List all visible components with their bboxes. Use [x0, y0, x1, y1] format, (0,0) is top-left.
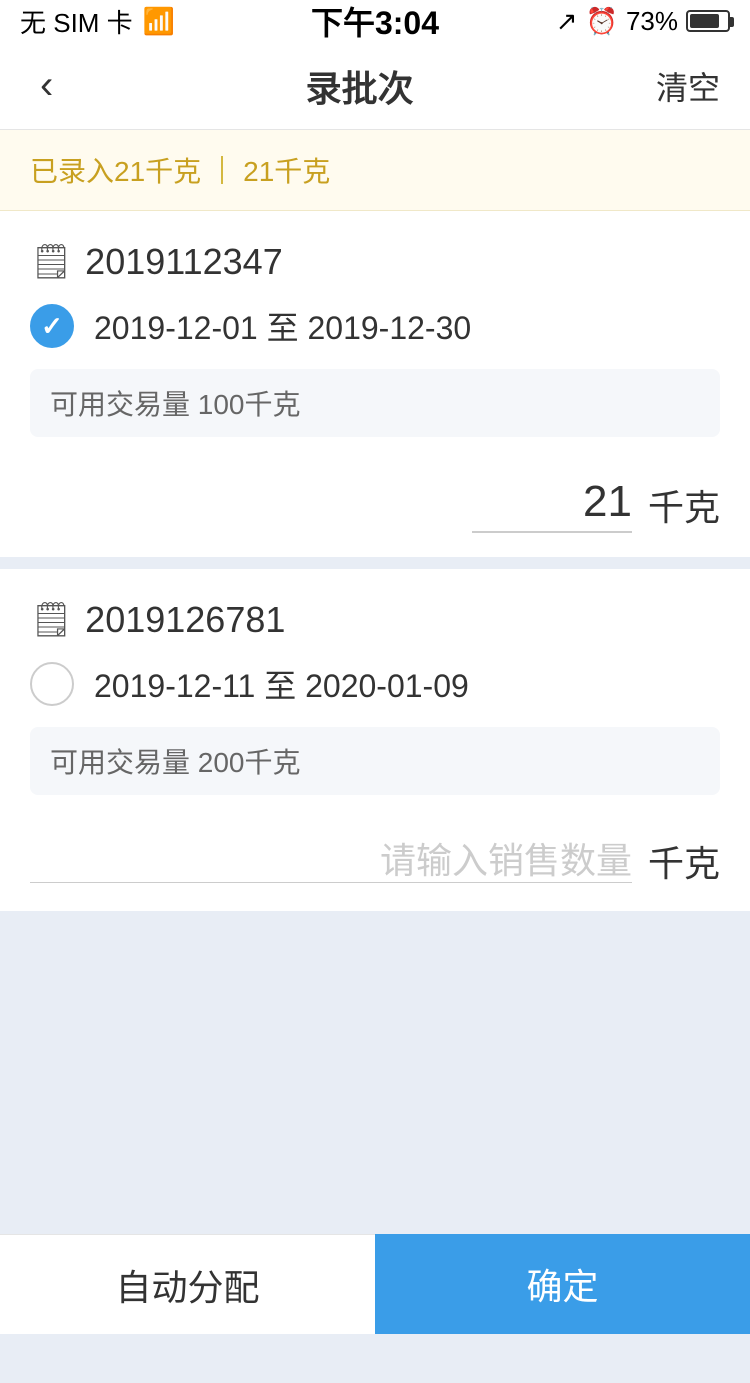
batch-2-radio[interactable] — [30, 662, 74, 706]
batch-1-header: 🗒 2019112347 — [0, 211, 750, 293]
batch-card-1: 🗒 2019112347 2019-12-01 至 2019-12-30 可用交… — [0, 211, 750, 557]
alarm-icon: ⏰ — [586, 6, 618, 37]
batch-1-number: 2019112347 — [85, 241, 283, 283]
page-title: 录批次 — [306, 60, 414, 112]
separator-1 — [0, 557, 750, 569]
nav-bar: ‹ 录批次 清空 — [0, 42, 750, 130]
batch-2-header: 🗒 2019126781 — [0, 569, 750, 651]
batch-1-date-range: 2019-12-01 至 2019-12-30 — [94, 303, 471, 349]
clear-button[interactable]: 清空 — [656, 63, 720, 109]
bottom-bar: 自动分配 确定 — [0, 1234, 750, 1334]
batch-1-available: 可用交易量 100千克 — [30, 369, 720, 437]
wifi-icon: 📶 — [143, 6, 175, 37]
batch-1-row[interactable]: 2019-12-01 至 2019-12-30 — [0, 293, 750, 359]
confirm-button[interactable]: 确定 — [375, 1234, 750, 1334]
batch-1-unit: 千克 — [648, 479, 720, 531]
batch-2-date-range: 2019-12-11 至 2020-01-09 — [94, 661, 469, 707]
batch-card-2: 🗒 2019126781 2019-12-11 至 2020-01-09 可用交… — [0, 569, 750, 911]
batch-2-icon: 🗒 — [30, 600, 73, 640]
status-left: 无 SIM 卡 📶 — [20, 3, 175, 40]
batch-1-icon: 🗒 — [30, 242, 73, 282]
batch-1-quantity-input[interactable] — [472, 477, 632, 533]
status-right: ↗ ⏰ 73% — [556, 6, 730, 37]
batch-1-quantity-row: 千克 — [0, 457, 750, 557]
auto-distribute-button[interactable]: 自动分配 — [0, 1234, 375, 1334]
recorded-amount: 已录入21千克 — [30, 150, 201, 190]
info-divider — [221, 156, 223, 184]
status-bar: 无 SIM 卡 📶 下午3:04 ↗ ⏰ 73% — [0, 0, 750, 42]
status-time: 下午3:04 — [311, 0, 439, 44]
carrier-text: 无 SIM 卡 — [20, 3, 133, 40]
batch-2-unit: 千克 — [648, 835, 720, 887]
batch-2-row[interactable]: 2019-12-11 至 2020-01-09 — [0, 651, 750, 717]
batch-2-quantity-row: 千克 — [0, 815, 750, 911]
info-banner: 已录入21千克 21千克 — [0, 130, 750, 211]
battery-percent: 73% — [626, 6, 678, 37]
batch-2-quantity-input[interactable] — [30, 840, 632, 883]
separator-2 — [0, 911, 750, 923]
location-icon: ↗ — [556, 6, 578, 37]
batch-1-radio[interactable] — [30, 304, 74, 348]
batch-2-number: 2019126781 — [85, 599, 285, 641]
batch-2-available: 可用交易量 200千克 — [30, 727, 720, 795]
back-button[interactable]: ‹ — [30, 53, 63, 118]
amount-value: 21千克 — [243, 150, 330, 190]
battery-icon — [686, 10, 730, 32]
